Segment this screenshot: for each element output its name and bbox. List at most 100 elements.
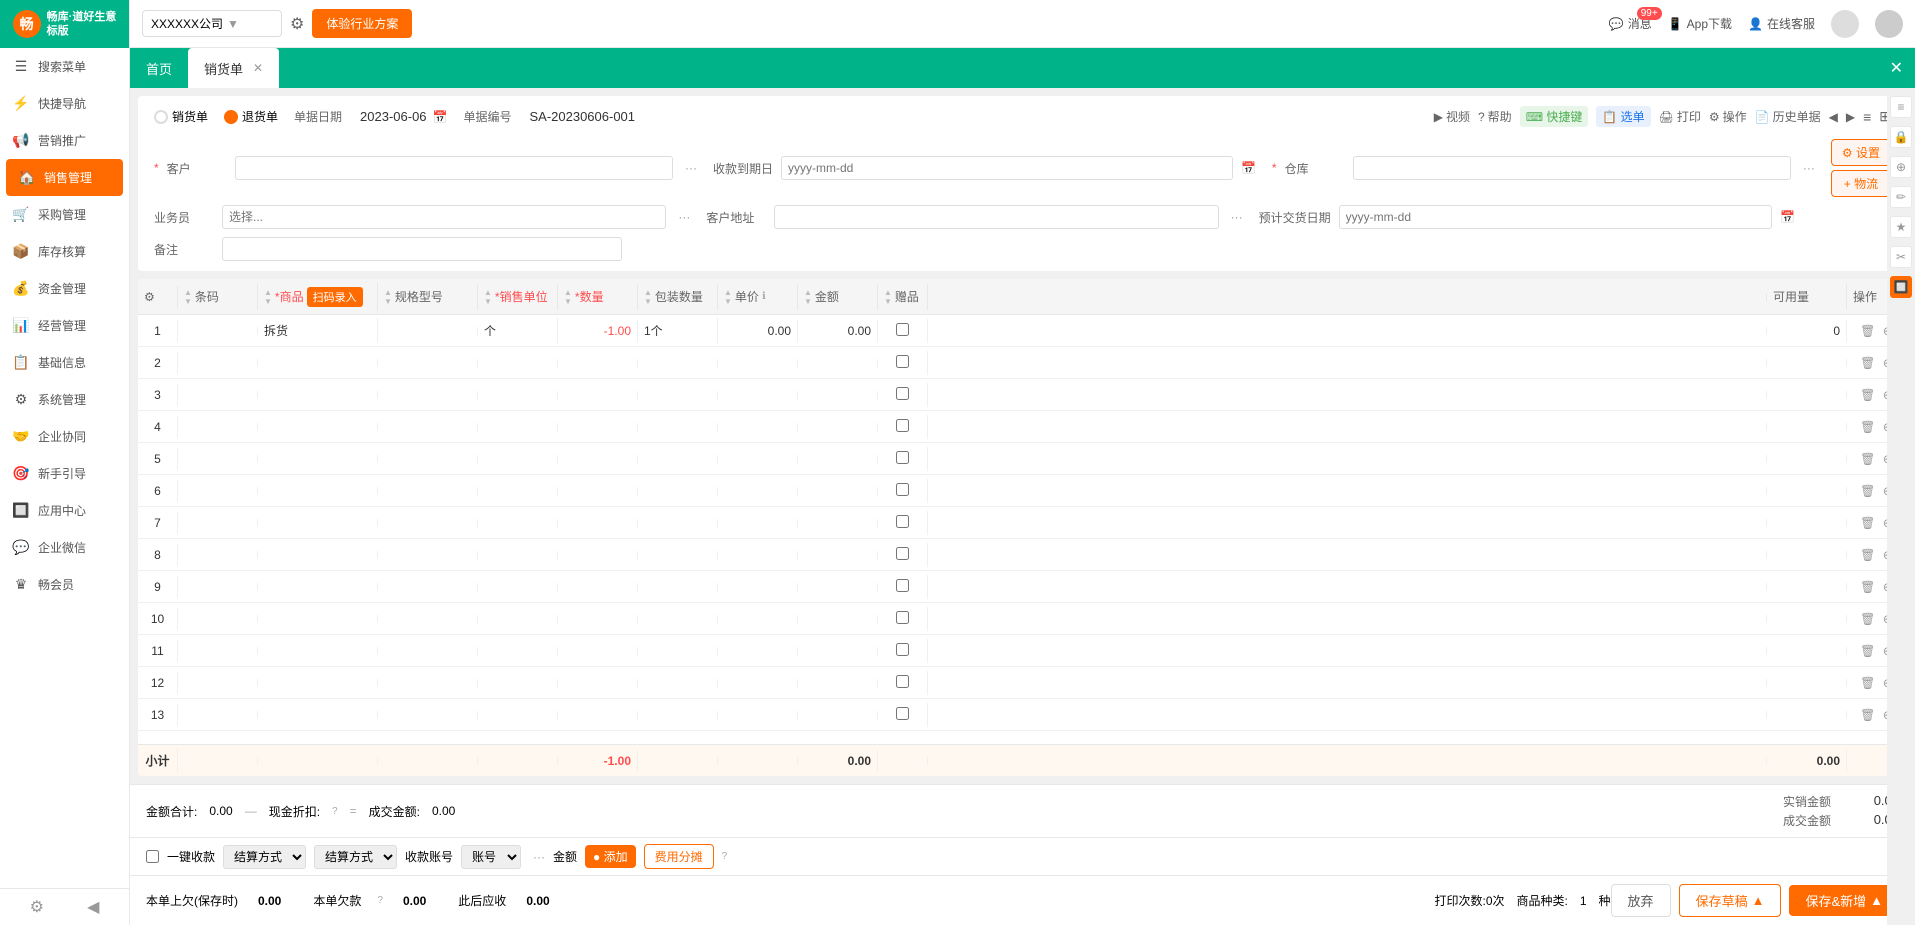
td-remark[interactable] [928,551,1767,559]
td-unit[interactable] [478,423,558,431]
td-price[interactable] [718,615,798,623]
experience-button[interactable]: 体验行业方案 [312,9,412,38]
gift-checkbox[interactable] [896,355,909,368]
delete-row-icon[interactable]: 🗑 [1860,484,1875,498]
td-remark[interactable] [928,583,1767,591]
td-qty[interactable] [558,487,638,495]
discard-button[interactable]: 放弃 [1611,884,1671,917]
salesperson-more-icon[interactable]: ··· [678,210,690,224]
td-price[interactable] [718,519,798,527]
td-price[interactable] [718,679,798,687]
td-barcode[interactable] [178,551,258,559]
td-pkgqty[interactable]: 1个 [638,318,718,343]
td-remark[interactable] [928,455,1767,463]
sidebar-item-collab[interactable]: 🤝 企业协同 [0,418,129,455]
online-support-button[interactable]: 👤 在线客服 [1748,15,1815,32]
td-pkgqty[interactable] [638,679,718,687]
td-gift[interactable] [878,703,928,727]
td-qty[interactable] [558,519,638,527]
td-spec[interactable] [378,519,478,527]
sidebar-item-search[interactable]: ☰ 搜索菜单 [0,48,129,85]
td-spec[interactable] [378,711,478,719]
td-spec[interactable] [378,487,478,495]
td-pkgqty[interactable] [638,551,718,559]
td-spec[interactable] [378,455,478,463]
app-download-button[interactable]: 📱 App下载 [1668,15,1732,32]
td-amount[interactable]: 0.00 [798,320,878,342]
td-remark[interactable] [928,679,1767,687]
warehouse-input[interactable]: 建材仓 [1353,156,1791,180]
add-payment-button[interactable]: ● 添加 [585,845,636,868]
td-pkgqty[interactable] [638,359,718,367]
td-gift[interactable] [878,607,928,631]
td-qty[interactable] [558,423,638,431]
td-goods[interactable] [258,583,378,591]
td-unit[interactable] [478,391,558,399]
tab-close-icon[interactable]: ✕ [253,61,263,75]
td-goods[interactable] [258,391,378,399]
settlement-select[interactable]: 结算方式 [223,845,306,869]
settings-button[interactable]: ⚙ [290,14,304,34]
delivery-calendar-icon[interactable]: 📅 [1780,210,1795,224]
td-qty[interactable] [558,711,638,719]
doc-no-value[interactable]: SA-20230606-001 [529,109,635,124]
rp-icon-3[interactable]: ⊕ [1890,156,1912,178]
gift-checkbox[interactable] [896,515,909,528]
td-unit[interactable] [478,359,558,367]
td-price[interactable] [718,551,798,559]
date-value[interactable]: 2023-06-06 [360,109,427,124]
calendar-icon[interactable]: 📅 [433,110,448,124]
sidebar-item-quicknav[interactable]: ⚡ 快捷导航 [0,85,129,122]
account-select[interactable]: 账号 [461,845,521,869]
td-remark[interactable] [928,327,1767,335]
td-unit[interactable] [478,455,558,463]
message-button[interactable]: 💬 消息 99+ [1609,15,1652,32]
nav-prev-icon[interactable]: ◀ [1829,110,1838,124]
td-amount[interactable] [798,455,878,463]
td-goods[interactable] [258,647,378,655]
td-barcode[interactable] [178,487,258,495]
td-amount[interactable] [798,615,878,623]
sidebar-item-system[interactable]: ⚙ 系统管理 [0,381,129,418]
td-remark[interactable] [928,711,1767,719]
td-pkgqty[interactable] [638,519,718,527]
td-unit[interactable] [478,519,558,527]
toolbar-ops[interactable]: ⚙ 操作 [1709,108,1747,125]
td-pkgqty[interactable] [638,647,718,655]
one-click-checkbox[interactable] [146,850,159,863]
save-draft-button[interactable]: 保存草稿 ▲ [1679,884,1782,917]
td-qty[interactable] [558,551,638,559]
gift-checkbox[interactable] [896,547,909,560]
td-qty[interactable] [558,455,638,463]
account-more-icon[interactable]: ··· [533,850,545,864]
td-goods[interactable] [258,711,378,719]
customer-input[interactable] [235,156,673,180]
td-amount[interactable] [798,519,878,527]
sidebar-item-operations[interactable]: 📊 经营管理 [0,307,129,344]
td-goods[interactable]: 拆货 [258,318,378,343]
td-goods[interactable] [258,359,378,367]
nav-next-icon[interactable]: ▶ [1846,110,1855,124]
td-amount[interactable] [798,487,878,495]
td-barcode[interactable] [178,455,258,463]
gift-checkbox[interactable] [896,387,909,400]
td-barcode[interactable] [178,647,258,655]
td-barcode[interactable] [178,391,258,399]
th-settings[interactable]: ⚙ [138,286,178,308]
gift-checkbox[interactable] [896,643,909,656]
rp-icon-6[interactable]: ✂ [1890,246,1912,268]
td-price[interactable] [718,423,798,431]
td-pkgqty[interactable] [638,711,718,719]
td-qty[interactable] [558,391,638,399]
logistics-side-btn[interactable]: + 物流 [1831,170,1891,197]
td-gift[interactable] [878,351,928,375]
avatar[interactable] [1831,10,1859,38]
td-remark[interactable] [928,359,1767,367]
gift-checkbox[interactable] [896,675,909,688]
td-qty[interactable] [558,679,638,687]
td-unit[interactable] [478,679,558,687]
td-pkgqty[interactable] [638,455,718,463]
td-price[interactable]: 0.00 [718,320,798,342]
td-amount[interactable] [798,551,878,559]
td-barcode[interactable] [178,423,258,431]
